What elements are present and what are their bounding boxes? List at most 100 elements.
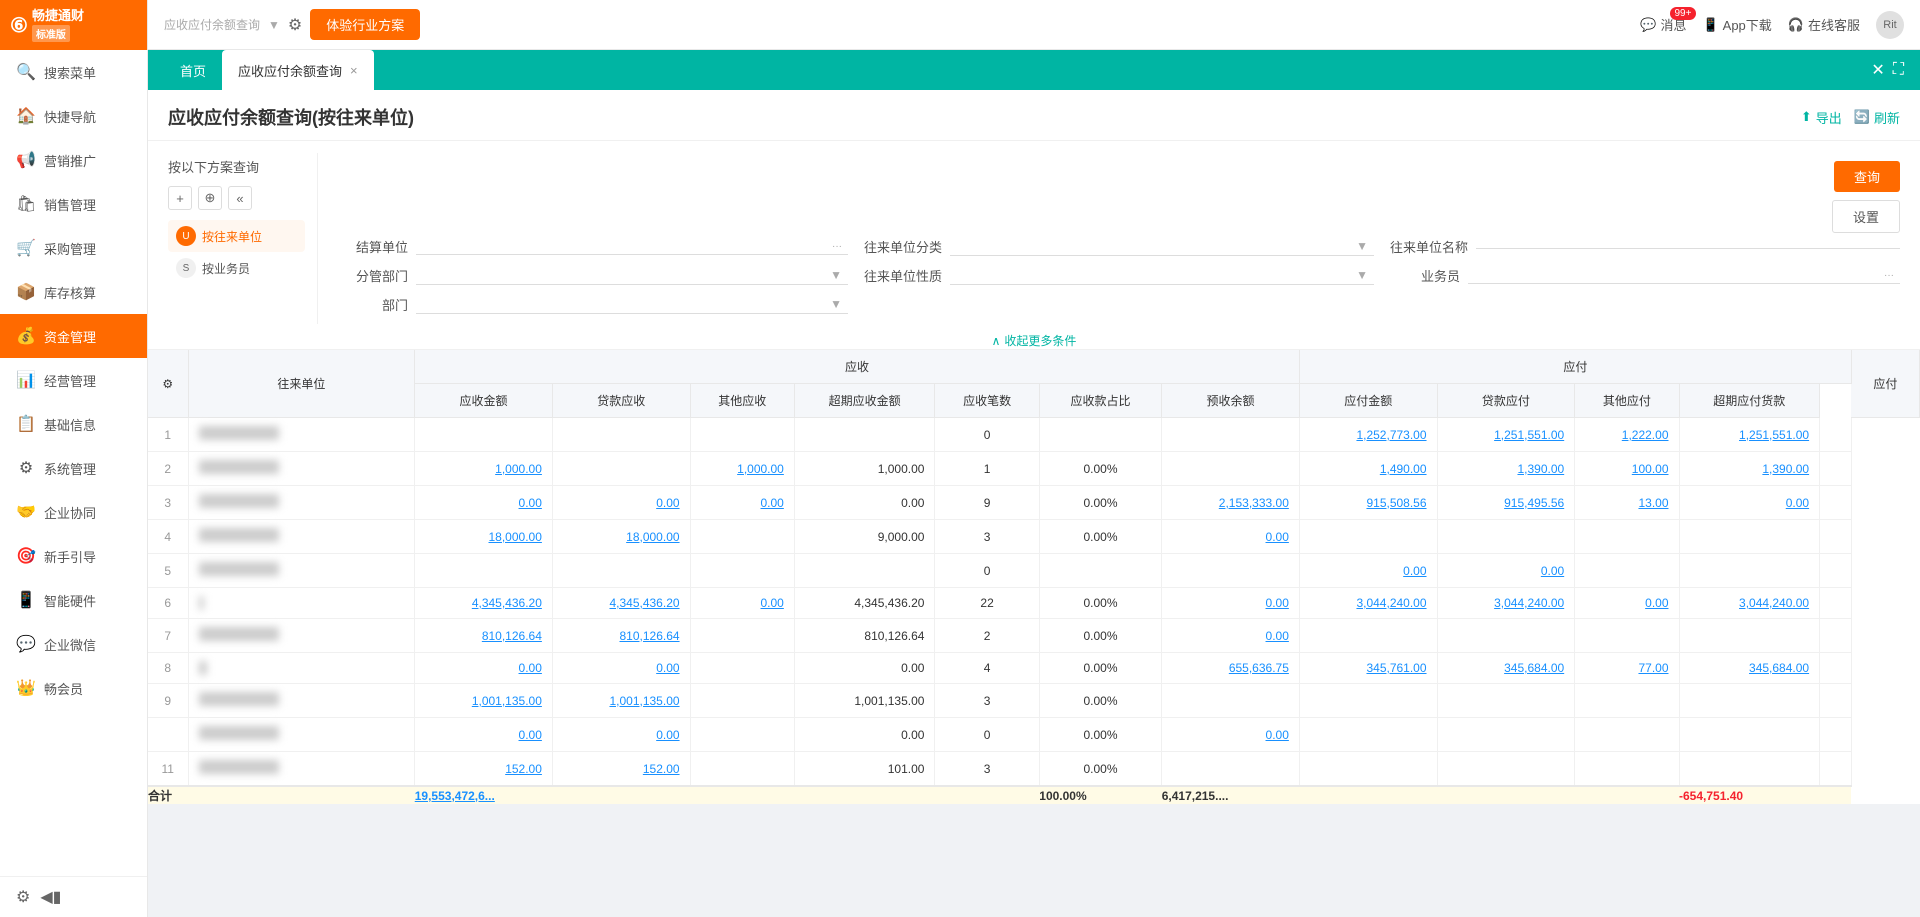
data-cell[interactable]: 1,490.00 [1299, 452, 1437, 486]
data-cell[interactable]: 0.00 [690, 486, 794, 520]
data-cell[interactable]: 0.00 [552, 486, 690, 520]
data-cell[interactable]: 0.00 [1162, 520, 1300, 554]
data-cell[interactable] [1299, 619, 1437, 653]
data-cell[interactable]: 345,684.00 [1679, 653, 1820, 684]
data-cell[interactable]: 0.00 [552, 718, 690, 752]
data-cell[interactable] [690, 418, 794, 452]
data-cell[interactable] [552, 554, 690, 588]
data-cell[interactable]: 1,252,773.00 [1299, 418, 1437, 452]
sidebar-item-basics[interactable]: 📋 基础信息 [0, 402, 147, 446]
data-cell[interactable]: 77.00 [1575, 653, 1679, 684]
data-cell[interactable]: 0.00 [1575, 588, 1679, 619]
data-cell[interactable] [1575, 520, 1679, 554]
scheme-by-salesman[interactable]: S 按业务员 [168, 252, 305, 284]
data-cell[interactable]: 2,153,333.00 [1162, 486, 1300, 520]
data-cell[interactable] [1299, 718, 1437, 752]
sidebar-item-hardware[interactable]: 📱 智能硬件 [0, 578, 147, 622]
data-cell[interactable]: 4,345,436.20 [415, 588, 553, 619]
table-settings-icon[interactable]: ⚙ [162, 377, 173, 391]
sidebar-item-enterprise[interactable]: 🤝 企业协同 [0, 490, 147, 534]
data-cell[interactable] [690, 520, 794, 554]
data-cell[interactable]: 1,001,135.00 [415, 684, 553, 718]
online-service-button[interactable]: 🎧 在线客服 [1788, 15, 1860, 34]
data-cell[interactable] [1679, 684, 1820, 718]
data-cell[interactable]: 4,345,436.20 [552, 588, 690, 619]
sidebar-collapse-icon[interactable]: ◀▮ [40, 887, 61, 907]
data-cell[interactable] [1679, 554, 1820, 588]
data-cell[interactable]: 18,000.00 [552, 520, 690, 554]
data-cell[interactable] [690, 752, 794, 787]
sidebar-item-member[interactable]: 👑 畅会员 [0, 666, 147, 710]
topbar-gear-icon[interactable]: ⚙ [288, 15, 302, 35]
sidebar-item-wechat[interactable]: 💬 企业微信 [0, 622, 147, 666]
tab-active[interactable]: 应收应付余额查询 × [222, 50, 374, 90]
app-download-button[interactable]: 📱 App下载 [1702, 15, 1771, 34]
window-expand-button[interactable]: ⛶ [1893, 60, 1904, 80]
data-cell[interactable]: 915,508.56 [1299, 486, 1437, 520]
data-cell[interactable] [1575, 718, 1679, 752]
data-cell[interactable] [1162, 418, 1300, 452]
data-cell[interactable] [1679, 619, 1820, 653]
data-cell[interactable] [1162, 554, 1300, 588]
data-cell[interactable] [1437, 718, 1575, 752]
tab-close-icon[interactable]: × [350, 63, 358, 78]
sidebar-item-search[interactable]: 🔍 搜索菜单 [0, 50, 147, 94]
export-button[interactable]: ⬆ 导出 [1801, 108, 1842, 127]
data-cell[interactable]: 0.00 [1162, 718, 1300, 752]
data-cell[interactable] [690, 718, 794, 752]
data-cell[interactable]: 345,684.00 [1437, 653, 1575, 684]
data-cell[interactable] [552, 418, 690, 452]
message-button[interactable]: 💬 消息 99+ [1640, 15, 1686, 34]
data-cell[interactable]: 810,126.64 [415, 619, 553, 653]
sidebar-item-purchase[interactable]: 🛒 采购管理 [0, 226, 147, 270]
total-rec-amt[interactable]: 19,553,472,6... [415, 786, 553, 804]
data-cell[interactable] [1437, 684, 1575, 718]
data-cell[interactable]: 915,495.56 [1437, 486, 1575, 520]
data-cell[interactable] [1437, 752, 1575, 787]
filter-back-button[interactable]: « [228, 186, 252, 210]
sidebar-item-system[interactable]: ⚙ 系统管理 [0, 446, 147, 490]
data-cell[interactable] [1162, 452, 1300, 486]
tab-home[interactable]: 首页 [164, 50, 222, 90]
sidebar-item-quick-nav[interactable]: 🏠 快捷导航 [0, 94, 147, 138]
data-cell[interactable]: 0.00 [552, 653, 690, 684]
data-cell[interactable]: 0.00 [1162, 588, 1300, 619]
data-cell[interactable] [690, 619, 794, 653]
data-cell[interactable]: 152.00 [415, 752, 553, 787]
data-cell[interactable] [1162, 684, 1300, 718]
sidebar-settings-icon[interactable]: ⚙ [16, 887, 30, 907]
data-cell[interactable]: 0.00 [415, 718, 553, 752]
data-cell[interactable] [1575, 684, 1679, 718]
data-cell[interactable]: 0.00 [415, 653, 553, 684]
data-cell[interactable]: 100.00 [1575, 452, 1679, 486]
data-cell[interactable] [1575, 619, 1679, 653]
data-cell[interactable]: 18,000.00 [415, 520, 553, 554]
data-cell[interactable]: 0.00 [690, 588, 794, 619]
data-cell[interactable]: 1,390.00 [1679, 452, 1820, 486]
data-cell[interactable] [1679, 520, 1820, 554]
data-cell[interactable]: 1,251,551.00 [1437, 418, 1575, 452]
data-cell[interactable]: 810,126.64 [552, 619, 690, 653]
data-cell[interactable]: 1,251,551.00 [1679, 418, 1820, 452]
scheme-by-unit[interactable]: U 按往来单位 [168, 220, 305, 252]
data-cell[interactable] [1679, 718, 1820, 752]
sidebar-item-guide[interactable]: 🎯 新手引导 [0, 534, 147, 578]
query-button[interactable]: 查询 [1834, 161, 1900, 192]
sidebar-item-sales[interactable]: 🛍 销售管理 [0, 182, 147, 226]
sidebar-item-operations[interactable]: 📊 经营管理 [0, 358, 147, 402]
solution-button[interactable]: 体验行业方案 [310, 9, 420, 40]
salesman-ellipsis-icon[interactable]: ··· [1884, 270, 1894, 281]
data-cell[interactable] [415, 418, 553, 452]
data-cell[interactable]: 3,044,240.00 [1679, 588, 1820, 619]
data-cell[interactable] [1437, 619, 1575, 653]
data-cell[interactable]: 0.00 [1679, 486, 1820, 520]
data-cell[interactable]: 345,761.00 [1299, 653, 1437, 684]
sidebar-item-marketing[interactable]: 📢 营销推广 [0, 138, 147, 182]
filter-settings-button[interactable]: ⊕ [198, 186, 222, 210]
data-cell[interactable] [415, 554, 553, 588]
jiesuan-ellipsis-icon[interactable]: ··· [832, 241, 842, 252]
filter-add-button[interactable]: + [168, 186, 192, 210]
data-cell[interactable]: 1,390.00 [1437, 452, 1575, 486]
data-cell[interactable]: 0.00 [1162, 619, 1300, 653]
data-cell[interactable]: 13.00 [1575, 486, 1679, 520]
